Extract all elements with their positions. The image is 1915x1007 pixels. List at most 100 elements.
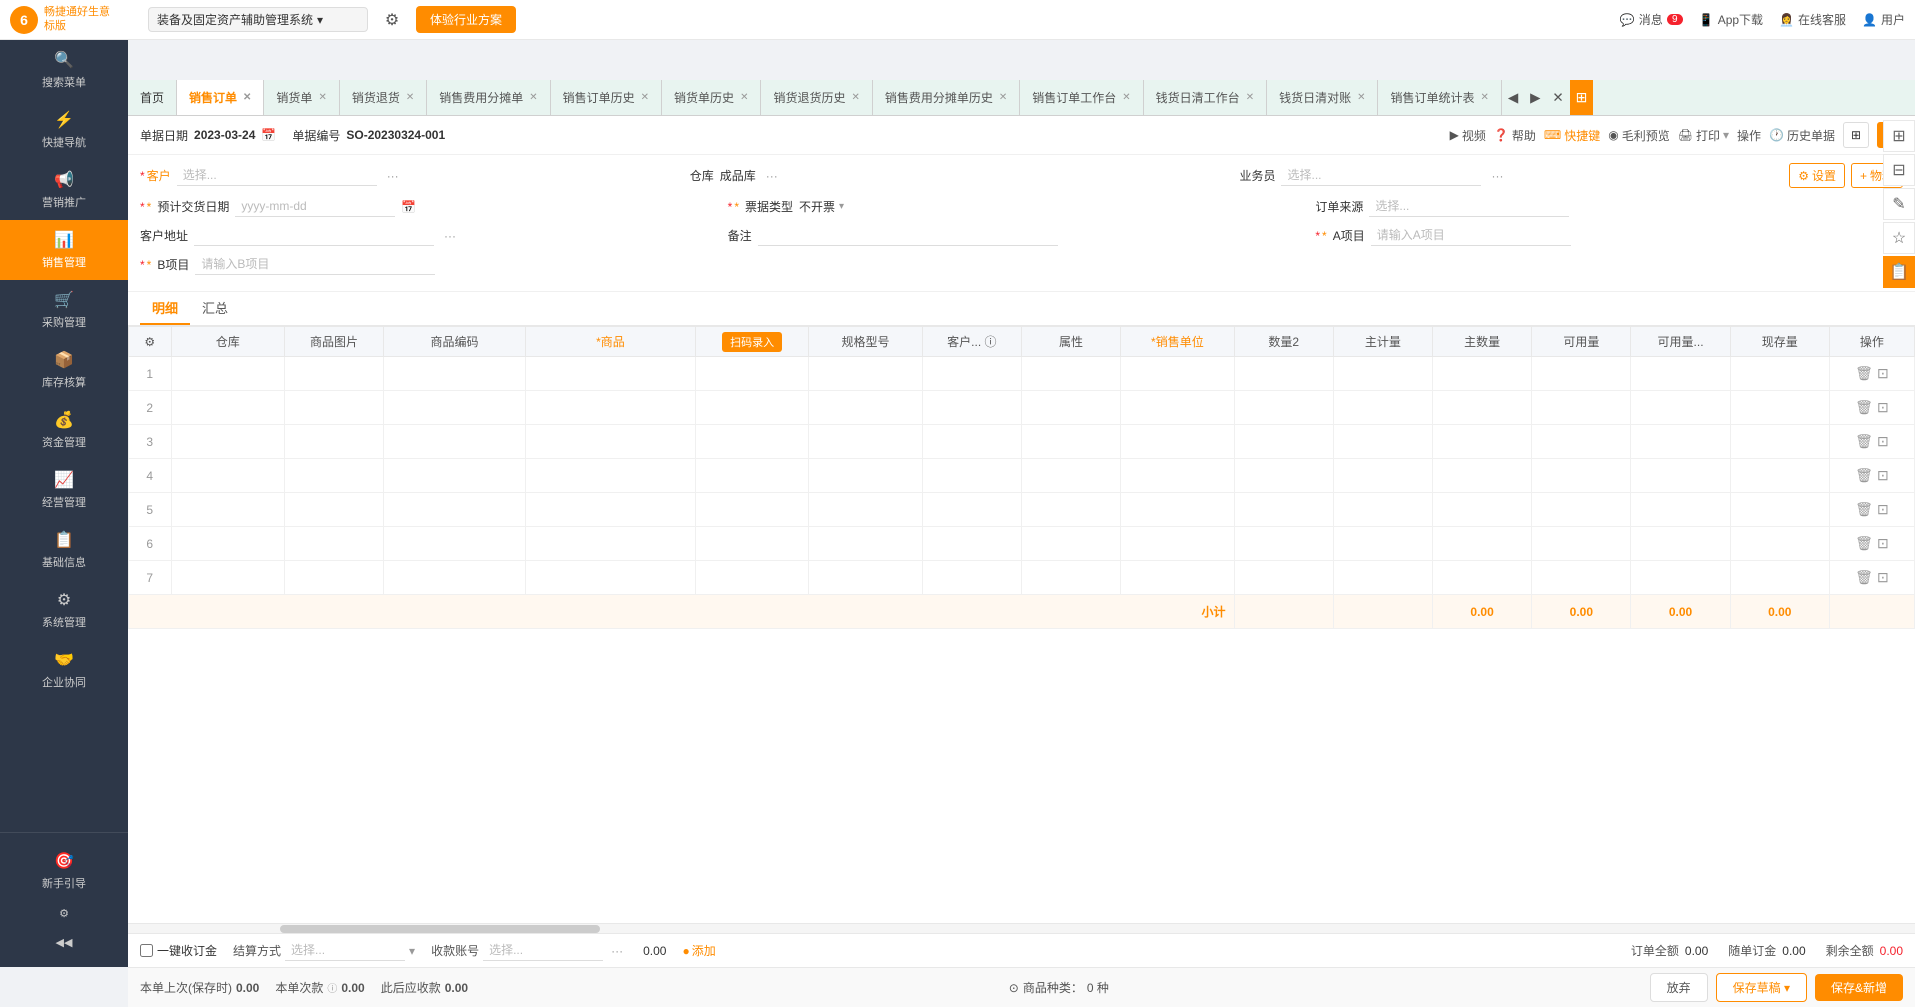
tab-sales-return-history[interactable]: 销货退货历史 ✕ [761,80,872,116]
customer-more-icon[interactable]: ··· [383,169,403,183]
tab-daily-reconcile[interactable]: 钱货日清对账 ✕ [1267,80,1378,116]
cell-1-11[interactable] [1433,357,1532,391]
operations-button[interactable]: 操作 [1737,127,1761,144]
cell-5-5[interactable] [809,493,922,527]
cell-3-4[interactable] [695,425,808,459]
cell-2-12[interactable] [1532,391,1631,425]
cell-5-0[interactable] [171,493,284,527]
cell-4-14[interactable] [1730,459,1829,493]
cell-4-9[interactable] [1234,459,1333,493]
cell-1-10[interactable] [1333,357,1432,391]
address-input[interactable] [194,225,434,246]
cell-5-6[interactable] [922,493,1021,527]
cell-7-7[interactable] [1021,561,1120,595]
customer-input[interactable] [177,165,377,186]
cell-4-2[interactable] [384,459,526,493]
cell-2-13[interactable] [1631,391,1730,425]
cell-5-14[interactable] [1730,493,1829,527]
cell-2-5[interactable] [809,391,922,425]
cell-5-1[interactable] [284,493,383,527]
copy-icon-3[interactable]: ⊡ [1877,433,1889,450]
cell-2-7[interactable] [1021,391,1120,425]
tab-sales-invoice-history[interactable]: 销货单历史 ✕ [662,80,761,116]
delete-icon-1[interactable]: 🗑 [1855,365,1873,382]
cell-5-4[interactable] [695,493,808,527]
cell-7-2[interactable] [384,561,526,595]
one-click-deposit-checkbox[interactable]: 一键收订金 [140,942,217,959]
copy-icon-6[interactable]: ⊡ [1877,535,1889,552]
online-service-button[interactable]: 👩‍💼 在线客服 [1779,11,1846,28]
cell-7-4[interactable] [695,561,808,595]
cell-5-2[interactable] [384,493,526,527]
cell-1-7[interactable] [1021,357,1120,391]
cell-3-3[interactable] [525,425,695,459]
cell-3-9[interactable] [1234,425,1333,459]
cell-6-2[interactable] [384,527,526,561]
cell-7-13[interactable] [1631,561,1730,595]
copy-icon-1[interactable]: ⊡ [1877,365,1889,382]
sidebar-item-search[interactable]: 🔍 搜索菜单 [0,40,128,100]
tab-sales-return[interactable]: 销货退货 ✕ [340,80,427,116]
sidebar-item-purchase[interactable]: 🛒 采购管理 [0,280,128,340]
cell-4-7[interactable] [1021,459,1120,493]
b-project-input[interactable] [195,254,435,275]
sidebar-settings-button[interactable]: ⚙ [0,899,128,928]
cell-4-12[interactable] [1532,459,1631,493]
cell-3-8[interactable] [1121,425,1234,459]
invoice-type-select[interactable]: 不开票 ▾ [799,198,844,215]
scrollbar-area[interactable] [128,923,1915,933]
cell-4-11[interactable] [1433,459,1532,493]
tab-sales-stats[interactable]: 销售订单统计表 ✕ [1378,80,1501,116]
cell-2-14[interactable] [1730,391,1829,425]
shortcut-button[interactable]: ⌨ 快捷键 [1544,127,1600,144]
cell-7-9[interactable] [1234,561,1333,595]
payment-method-select[interactable] [285,940,405,961]
cell-3-10[interactable] [1333,425,1432,459]
delete-icon-4[interactable]: 🗑 [1855,467,1873,484]
a-project-input[interactable] [1371,225,1571,246]
save-draft-button[interactable]: 保存草稿 ▾ [1716,973,1807,1002]
copy-icon-7[interactable]: ⊡ [1877,569,1889,586]
cell-2-3[interactable] [525,391,695,425]
tab-close-icon[interactable]: ✕ [1122,92,1130,103]
col-settings[interactable]: ⚙ [129,327,172,357]
cell-5-11[interactable] [1433,493,1532,527]
cell-2-2[interactable] [384,391,526,425]
cell-3-1[interactable] [284,425,383,459]
cell-5-12[interactable] [1532,493,1631,527]
delete-icon-2[interactable]: 🗑 [1855,399,1873,416]
cell-7-3[interactable] [525,561,695,595]
cell-3-13[interactable] [1631,425,1730,459]
delivery-date-input[interactable] [235,196,395,217]
cell-1-8[interactable] [1121,357,1234,391]
profit-button[interactable]: ◉ 毛利预览 [1608,127,1670,144]
cell-7-11[interactable] [1433,561,1532,595]
tab-close-icon[interactable]: ✕ [406,92,414,103]
cell-7-1[interactable] [284,561,383,595]
delete-icon-5[interactable]: 🗑 [1855,501,1873,518]
tab-sales-invoice[interactable]: 销货单 ✕ [264,80,339,116]
tab-home[interactable]: 首页 [128,80,177,116]
tab-detail[interactable]: 明细 [140,292,190,325]
salesperson-more-icon[interactable]: ··· [1487,169,1507,183]
float-btn-1[interactable]: ⊞ [1883,120,1915,152]
cell-2-10[interactable] [1333,391,1432,425]
cell-6-4[interactable] [695,527,808,561]
discard-button[interactable]: 放弃 [1650,973,1708,1002]
cell-7-6[interactable] [922,561,1021,595]
receipt-account-select[interactable] [483,940,603,961]
tab-sales-order[interactable]: 销售订单 ✕ [177,80,264,116]
cell-6-13[interactable] [1631,527,1730,561]
cell-1-13[interactable] [1631,357,1730,391]
cell-3-0[interactable] [171,425,284,459]
cell-6-9[interactable] [1234,527,1333,561]
delete-icon-3[interactable]: 🗑 [1855,433,1873,450]
cell-6-0[interactable] [171,527,284,561]
app-download-button[interactable]: 📱 App下载 [1699,11,1763,28]
cell-1-2[interactable] [384,357,526,391]
cell-7-0[interactable] [171,561,284,595]
add-payment-button[interactable]: ● 添加 [682,942,715,959]
cell-5-7[interactable] [1021,493,1120,527]
solution-button[interactable]: 体验行业方案 [416,6,516,33]
cell-7-14[interactable] [1730,561,1829,595]
